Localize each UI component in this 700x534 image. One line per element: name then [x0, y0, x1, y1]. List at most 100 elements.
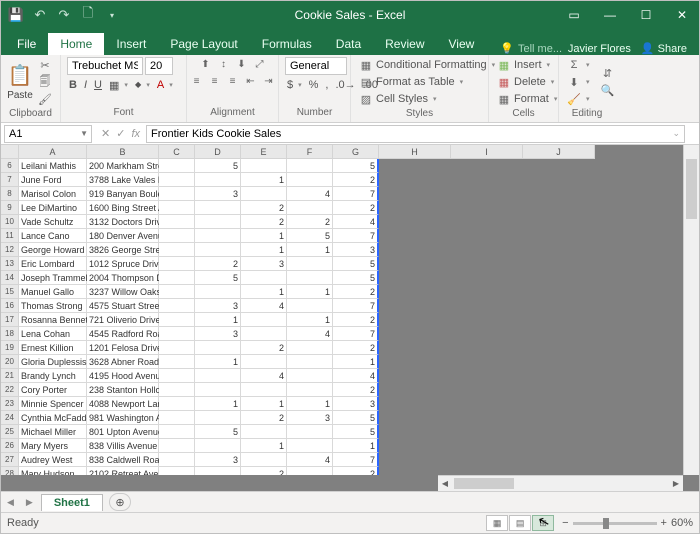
cell[interactable] — [159, 257, 195, 271]
cell[interactable]: 3 — [195, 453, 241, 467]
cell[interactable]: 2 — [333, 313, 379, 327]
close-icon[interactable]: ✕ — [665, 1, 699, 29]
cell[interactable] — [451, 285, 523, 299]
cell[interactable]: 3132 Doctors Drive — [87, 215, 159, 229]
copy-button[interactable]: 🗐 — [36, 74, 54, 90]
cell[interactable] — [451, 411, 523, 425]
cell[interactable] — [195, 369, 241, 383]
font-size-combo[interactable] — [145, 57, 173, 75]
cell[interactable]: 3628 Abner Road — [87, 355, 159, 369]
scroll-right-icon[interactable]: ▶ — [669, 477, 683, 490]
cell[interactable] — [523, 201, 595, 215]
cell[interactable]: 7 — [333, 187, 379, 201]
cell[interactable]: 1 — [287, 285, 333, 299]
cell[interactable]: 7 — [333, 229, 379, 243]
align-left-button[interactable]: ≡ — [188, 74, 205, 89]
italic-button[interactable]: I — [82, 77, 89, 93]
align-middle-button[interactable]: ↕ — [215, 57, 232, 72]
name-box[interactable]: A1▼ — [4, 125, 92, 143]
cell[interactable] — [379, 173, 451, 187]
cell[interactable] — [451, 397, 523, 411]
cell[interactable]: 5 — [333, 425, 379, 439]
tab-view[interactable]: View — [437, 33, 487, 55]
cell[interactable]: 7 — [333, 453, 379, 467]
cell[interactable]: 2 — [333, 201, 379, 215]
cell[interactable]: 1 — [333, 355, 379, 369]
redo-icon[interactable]: ↷ — [53, 4, 75, 26]
cell[interactable] — [523, 215, 595, 229]
row-header[interactable]: 16 — [1, 299, 19, 313]
cell[interactable]: 4575 Stuart Street — [87, 299, 159, 313]
cell[interactable]: 3 — [195, 327, 241, 341]
cell[interactable] — [379, 243, 451, 257]
cell[interactable] — [241, 159, 287, 173]
cell[interactable] — [523, 159, 595, 173]
vertical-scrollbar[interactable] — [683, 145, 699, 475]
cell[interactable] — [287, 257, 333, 271]
tab-home[interactable]: Home — [48, 33, 104, 55]
cell[interactable]: 2 — [333, 285, 379, 299]
cell[interactable] — [195, 411, 241, 425]
cell[interactable]: 2 — [241, 215, 287, 229]
cell[interactable]: Rosanna Bennett — [19, 313, 87, 327]
table-row[interactable]: 22Cory Porter238 Stanton Hollow Road2 — [1, 383, 595, 397]
cell[interactable] — [379, 397, 451, 411]
cell[interactable]: 1 — [195, 313, 241, 327]
cell[interactable]: 1 — [241, 229, 287, 243]
cell[interactable] — [241, 453, 287, 467]
confirm-entry-icon[interactable]: ✓ — [116, 127, 125, 140]
cell[interactable] — [451, 187, 523, 201]
cell[interactable] — [241, 383, 287, 397]
row-header[interactable]: 19 — [1, 341, 19, 355]
cell[interactable] — [159, 425, 195, 439]
insert-cells-button[interactable]: ▦Insert▾ — [495, 57, 559, 73]
paste-button[interactable]: 📋Paste — [7, 63, 33, 101]
cell[interactable] — [159, 313, 195, 327]
tab-formulas[interactable]: Formulas — [250, 33, 324, 55]
find-select-button[interactable]: 🔍 — [599, 83, 617, 99]
worksheet-area[interactable]: Page 1 ABCDEFGHIJ 6Leilani Mathis200 Mar… — [1, 145, 699, 491]
cell[interactable]: Joseph Trammell — [19, 271, 87, 285]
cell[interactable]: 1201 Felosa Drive — [87, 341, 159, 355]
zoom-slider[interactable] — [573, 522, 657, 525]
cell[interactable]: 4545 Radford Road — [87, 327, 159, 341]
minimize-icon[interactable]: — — [593, 1, 627, 29]
scroll-thumb[interactable] — [686, 159, 697, 219]
tell-me[interactable]: 💡Tell me... — [500, 42, 562, 55]
cell[interactable] — [451, 383, 523, 397]
cell[interactable] — [379, 201, 451, 215]
cell[interactable]: 3 — [287, 411, 333, 425]
row-header[interactable]: 13 — [1, 257, 19, 271]
cell[interactable] — [195, 439, 241, 453]
cell[interactable] — [379, 453, 451, 467]
cell[interactable] — [379, 271, 451, 285]
zoom-in-button[interactable]: + — [661, 517, 667, 529]
table-row[interactable]: 19Ernest Killion1201 Felosa Drive22 — [1, 341, 595, 355]
cell[interactable] — [523, 285, 595, 299]
cell[interactable] — [523, 271, 595, 285]
cell[interactable]: Minnie Spencer — [19, 397, 87, 411]
formula-bar[interactable]: Frontier Kids Cookie Sales⌄ — [146, 125, 685, 143]
cell[interactable] — [195, 173, 241, 187]
orientation-button[interactable]: ⤢ — [251, 57, 268, 72]
undo-icon[interactable]: ↶ — [29, 4, 51, 26]
cell[interactable] — [241, 355, 287, 369]
row-header[interactable]: 20 — [1, 355, 19, 369]
cell[interactable] — [379, 411, 451, 425]
col-header[interactable]: C — [159, 145, 195, 159]
align-top-button[interactable]: ⬆ — [197, 57, 214, 72]
cell[interactable]: Eric Lombard — [19, 257, 87, 271]
table-row[interactable]: 10Vade Schultz3132 Doctors Drive224 — [1, 215, 595, 229]
grid-rows[interactable]: 6Leilani Mathis200 Markham Street557June… — [1, 159, 595, 475]
qat-more-icon[interactable]: ▾ — [101, 4, 123, 26]
cell[interactable] — [523, 411, 595, 425]
align-bottom-button[interactable]: ⬇ — [233, 57, 250, 72]
row-header[interactable]: 11 — [1, 229, 19, 243]
col-header[interactable]: B — [87, 145, 159, 159]
cell[interactable] — [287, 355, 333, 369]
cell[interactable] — [523, 369, 595, 383]
cell[interactable] — [195, 215, 241, 229]
cell[interactable]: Thomas Strong — [19, 299, 87, 313]
cell[interactable] — [287, 341, 333, 355]
cell[interactable] — [523, 355, 595, 369]
